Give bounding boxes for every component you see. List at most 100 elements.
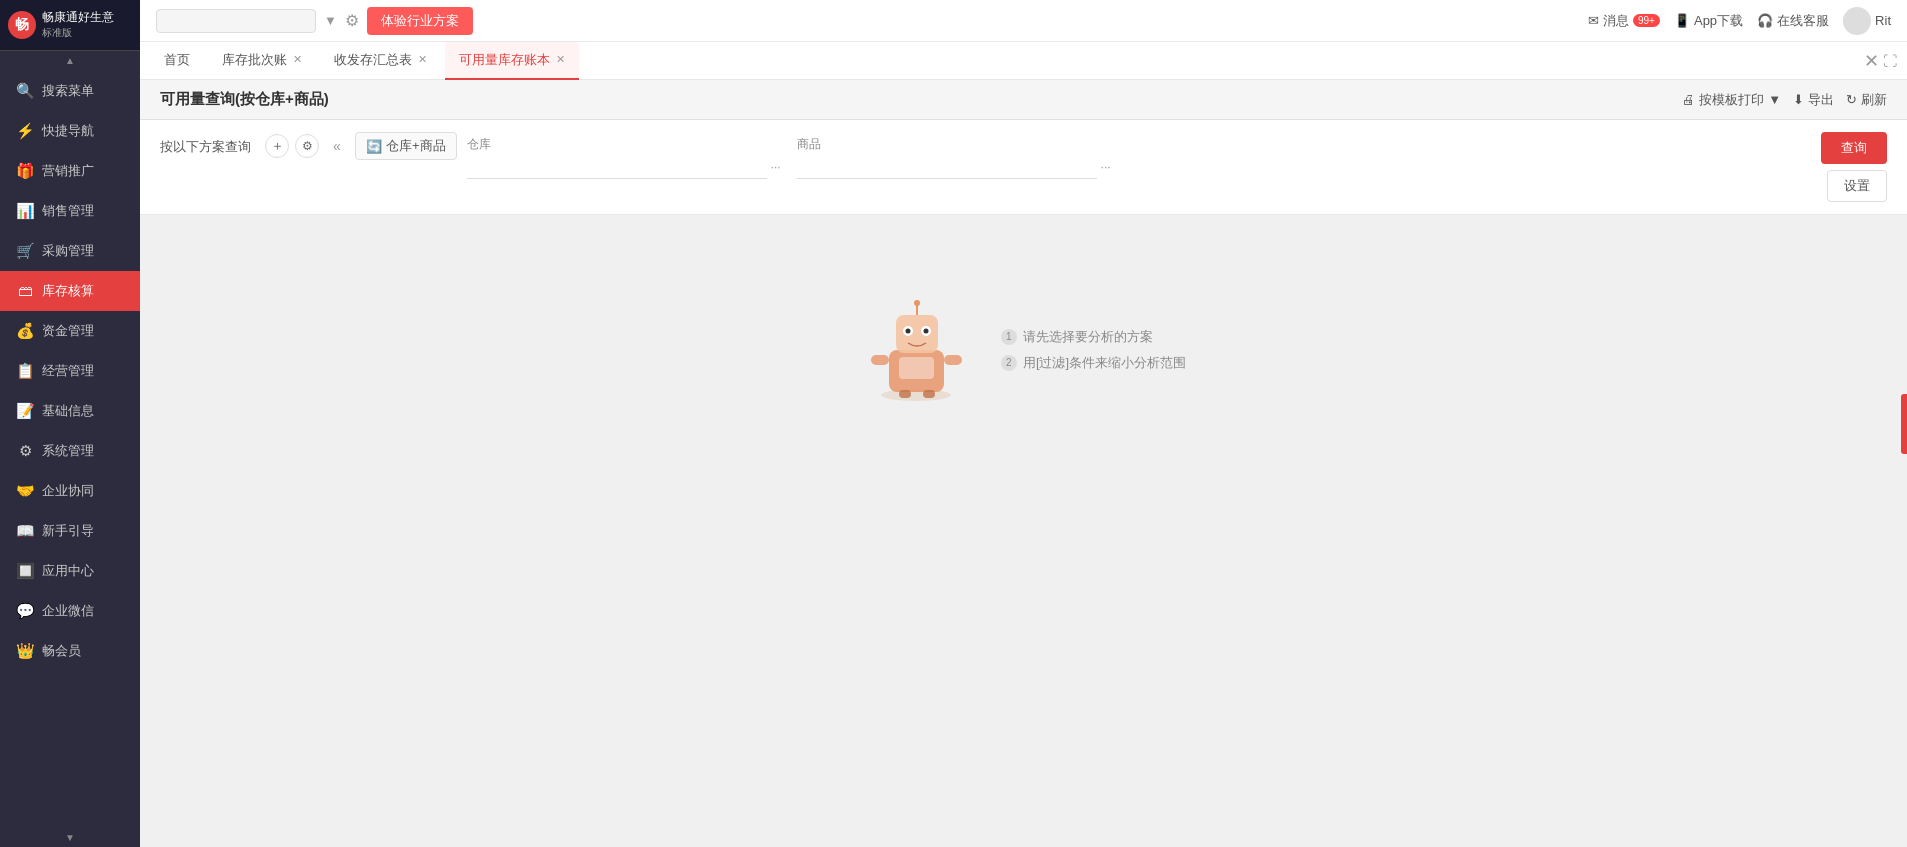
svg-rect-12 — [923, 390, 935, 398]
tab-available-ledger-close[interactable]: ✕ — [556, 53, 565, 66]
svg-rect-2 — [896, 315, 938, 353]
svg-point-6 — [923, 329, 928, 334]
add-scheme-button[interactable]: ＋ — [265, 134, 289, 158]
phone-icon: 📱 — [1674, 13, 1690, 28]
tab-home[interactable]: 首页 — [150, 42, 204, 80]
tip-item-1: 1 请先选择要分析的方案 — [1001, 324, 1186, 350]
tab-home-label: 首页 — [164, 51, 190, 69]
tabs-bar: 首页 库存批次账 ✕ 收发存汇总表 ✕ 可用量库存账本 ✕ ✕ ⛶ — [140, 42, 1907, 80]
system-nav-icon: ⚙ — [16, 442, 34, 460]
sidebar-scroll-down[interactable]: ▼ — [0, 827, 140, 847]
sidebar-item-guide[interactable]: 📖 新手引导 — [0, 511, 140, 551]
print-icon: 🖨 — [1682, 92, 1695, 107]
empty-illustration — [861, 295, 971, 405]
tip-text-2: 用[过滤]条件来缩小分析范围 — [1023, 350, 1186, 376]
robot-svg — [861, 295, 971, 405]
headset-icon: 🎧 — [1757, 13, 1773, 28]
empty-state: 1 请先选择要分析的方案 2 用[过滤]条件来缩小分析范围 — [140, 215, 1907, 485]
page-title: 可用量查询(按仓库+商品) — [160, 90, 329, 109]
print-label: 按模板打印 — [1699, 91, 1764, 109]
sidebar-item-operation[interactable]: 📋 经营管理 — [0, 351, 140, 391]
export-action[interactable]: ⬇ 导出 — [1793, 91, 1834, 109]
filter-field-product: 商品 ··· — [797, 136, 1111, 179]
app-download-item[interactable]: 📱 App下载 — [1674, 12, 1743, 30]
content-area: 可用量查询(按仓库+商品) 🖨 按模板打印 ▼ ⬇ 导出 ↻ 刷新 按以下方案 — [140, 80, 1907, 847]
shortcut-nav-icon: ⚡ — [16, 122, 34, 140]
refresh-icon: ↻ — [1846, 92, 1857, 107]
tip-num-2: 2 — [1001, 355, 1017, 371]
refresh-action[interactable]: ↻ 刷新 — [1846, 91, 1887, 109]
vip-nav-icon: 👑 — [16, 642, 34, 660]
collapse-filter-button[interactable]: « — [325, 134, 349, 158]
industry-solution-button[interactable]: 体验行业方案 — [367, 7, 473, 35]
print-action[interactable]: 🖨 按模板打印 ▼ — [1682, 91, 1781, 109]
logo-icon: 畅 — [8, 11, 36, 39]
warehouse-more-icon[interactable]: ··· — [771, 160, 781, 174]
enterprise-nav-icon: 🤝 — [16, 482, 34, 500]
filter-scheme-group: ＋ ⚙ « 🔄 仓库+商品 — [265, 132, 457, 160]
tab-batch-account-label: 库存批次账 — [222, 51, 287, 69]
operation-nav-icon: 📋 — [16, 362, 34, 380]
settings-scheme-button[interactable]: ⚙ — [295, 134, 319, 158]
sidebar-item-marketing[interactable]: 🎁 营销推广 — [0, 151, 140, 191]
sidebar-item-wechat[interactable]: 💬 企业微信 — [0, 591, 140, 631]
message-label: 消息 — [1603, 12, 1629, 30]
print-dropdown-icon[interactable]: ▼ — [1768, 92, 1781, 107]
sidebar-item-purchase[interactable]: 🛒 采购管理 — [0, 231, 140, 271]
tab-receipts-summary[interactable]: 收发存汇总表 ✕ — [320, 42, 441, 80]
inventory-nav-icon: 🗃 — [16, 282, 34, 299]
scheme-item-warehouse-product[interactable]: 🔄 仓库+商品 — [355, 132, 457, 160]
user-avatar — [1843, 7, 1871, 35]
svg-rect-13 — [899, 357, 934, 379]
warehouse-input[interactable] — [467, 155, 767, 179]
filter-fields: 仓库 ··· 商品 ··· — [467, 132, 1811, 179]
message-badge: 99+ — [1633, 14, 1660, 27]
topbar-search-input[interactable] — [156, 9, 316, 33]
tip-item-2: 2 用[过滤]条件来缩小分析范围 — [1001, 350, 1186, 376]
online-service-label: 在线客服 — [1777, 12, 1829, 30]
tab-receipts-summary-close[interactable]: ✕ — [418, 53, 427, 66]
right-scroll-hint — [1901, 394, 1907, 454]
main-area: ▼ ⚙ 体验行业方案 ✉ 消息 99+ 📱 App下载 🎧 在线客服 Rit — [140, 0, 1907, 847]
sidebar-item-search[interactable]: 🔍 搜索菜单 — [0, 71, 140, 111]
svg-point-5 — [905, 329, 910, 334]
topbar-right: ✉ 消息 99+ 📱 App下载 🎧 在线客服 Rit — [1588, 7, 1891, 35]
sidebar-item-sales[interactable]: 📊 销售管理 — [0, 191, 140, 231]
edition-label: 标准版 — [42, 26, 114, 40]
sidebar-item-basic[interactable]: 📝 基础信息 — [0, 391, 140, 431]
tab-batch-account[interactable]: 库存批次账 ✕ — [208, 42, 316, 80]
sidebar-item-shortcut[interactable]: ⚡ 快捷导航 — [0, 111, 140, 151]
topbar-settings-icon[interactable]: ⚙ — [345, 11, 359, 30]
appstore-nav-icon: 🔲 — [16, 562, 34, 580]
sidebar-item-finance[interactable]: 💰 资金管理 — [0, 311, 140, 351]
query-button[interactable]: 查询 — [1821, 132, 1887, 164]
marketing-nav-icon: 🎁 — [16, 162, 34, 180]
sidebar-item-system[interactable]: ⚙ 系统管理 — [0, 431, 140, 471]
message-item[interactable]: ✉ 消息 99+ — [1588, 12, 1660, 30]
sidebar-nav: 🔍 搜索菜单 ⚡ 快捷导航 🎁 营销推广 📊 销售管理 🛒 采购管理 🗃 库存核… — [0, 71, 140, 827]
topbar-dropdown-icon[interactable]: ▼ — [324, 13, 337, 28]
product-more-icon[interactable]: ··· — [1101, 160, 1111, 174]
user-item[interactable]: Rit — [1843, 7, 1891, 35]
guide-nav-icon: 📖 — [16, 522, 34, 540]
sidebar-item-vip[interactable]: 👑 畅会员 — [0, 631, 140, 671]
scheme-icon: 🔄 — [366, 139, 382, 154]
sidebar-scroll-up[interactable]: ▲ — [0, 51, 140, 71]
export-label: 导出 — [1808, 91, 1834, 109]
sidebar-item-appstore[interactable]: 🔲 应用中心 — [0, 551, 140, 591]
column-settings-button[interactable]: 设置 — [1827, 170, 1887, 202]
export-icon: ⬇ — [1793, 92, 1804, 107]
tab-available-ledger[interactable]: 可用量库存账本 ✕ — [445, 42, 579, 80]
tab-batch-account-close[interactable]: ✕ — [293, 53, 302, 66]
sidebar-item-inventory[interactable]: 🗃 库存核算 — [0, 271, 140, 311]
empty-state-inner: 1 请先选择要分析的方案 2 用[过滤]条件来缩小分析范围 — [861, 295, 1186, 405]
tabs-close-all-button[interactable]: ✕ — [1864, 50, 1879, 72]
sidebar-item-enterprise[interactable]: 🤝 企业协同 — [0, 471, 140, 511]
tip-text-1: 请先选择要分析的方案 — [1023, 324, 1153, 350]
product-input[interactable] — [797, 155, 1097, 179]
sidebar: 畅 畅康通好生意 标准版 ▲ 🔍 搜索菜单 ⚡ 快捷导航 🎁 营销推广 📊 销售… — [0, 0, 140, 847]
scheme-name: 仓库+商品 — [386, 137, 446, 155]
tabs-expand-button[interactable]: ⛶ — [1883, 53, 1897, 69]
svg-rect-11 — [899, 390, 911, 398]
online-service-item[interactable]: 🎧 在线客服 — [1757, 12, 1829, 30]
